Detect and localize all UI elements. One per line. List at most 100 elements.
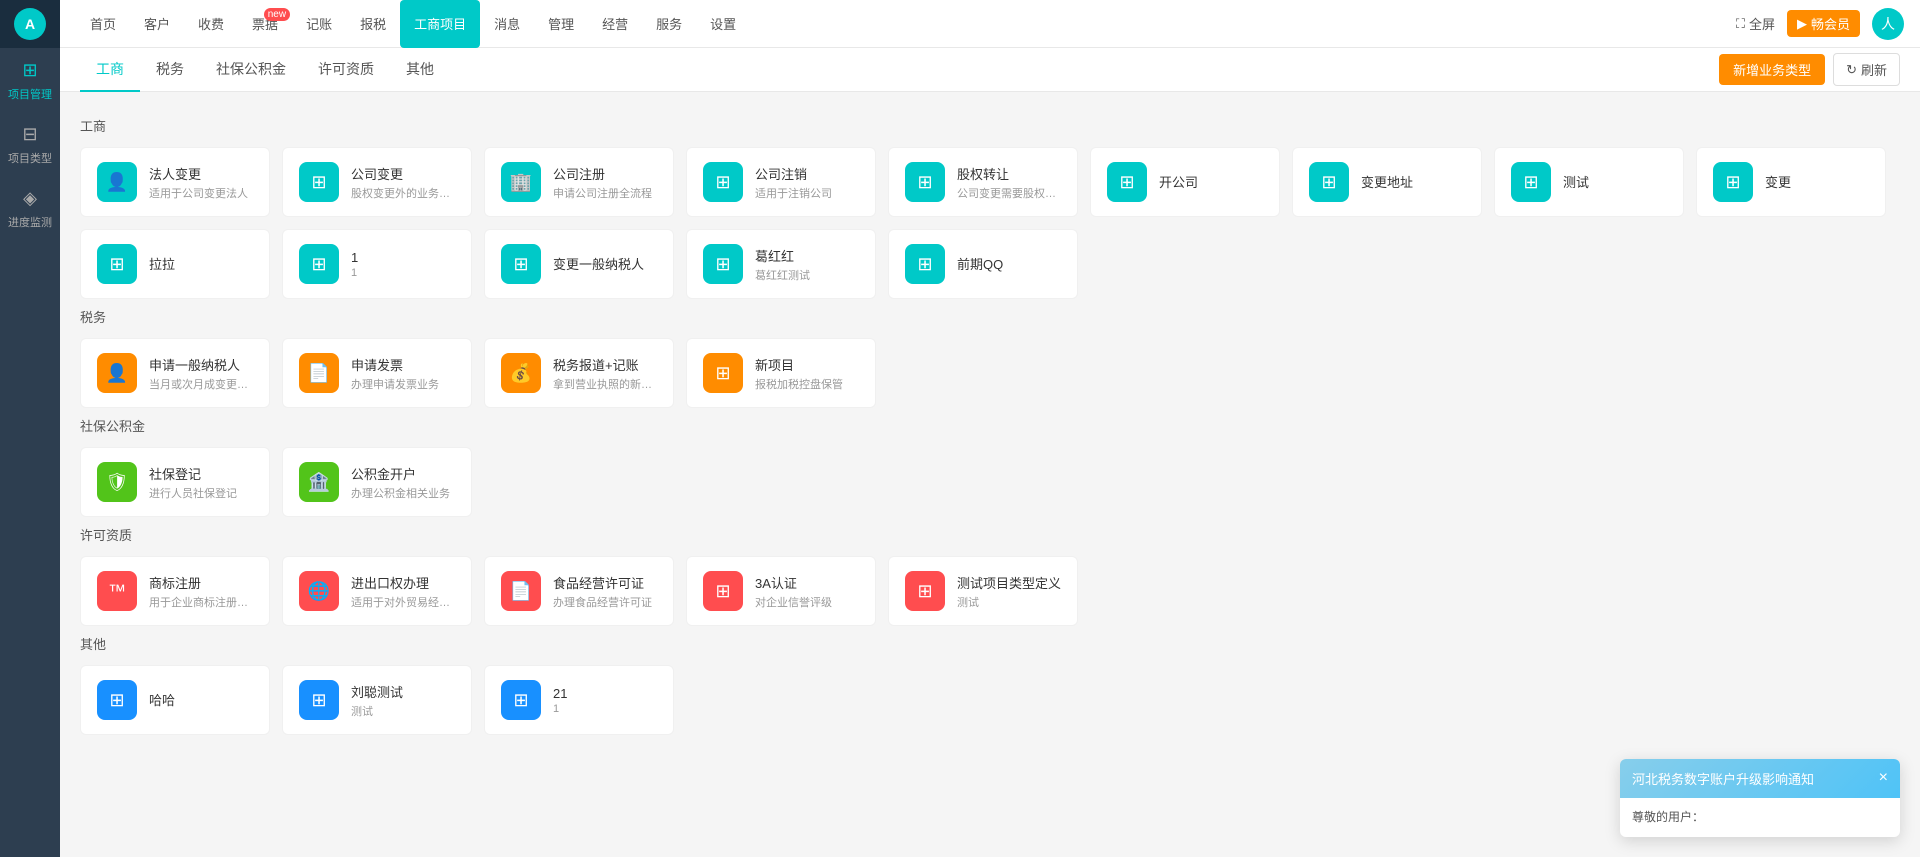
card-trademark[interactable]: ™ 商标注册 用于企业商标注册服务 <box>80 556 270 626</box>
sidebar-item-project-type[interactable]: ⊟ 项目类型 <box>0 112 60 176</box>
notification-popup: 河北税务数字账户升级影响通知 × 尊敬的用户： <box>1620 759 1900 837</box>
tab-other[interactable]: 其他 <box>390 48 450 92</box>
3a-cert-icon: ⊞ <box>703 571 743 611</box>
play-icon: ▶ <box>1797 16 1807 32</box>
card-haha[interactable]: ⊞ 哈哈 <box>80 665 270 735</box>
card-front-qq[interactable]: ⊞ 前期QQ <box>888 229 1078 299</box>
card-tax-report[interactable]: 💰 税务报道+记账 拿到营业执照的新公司 <box>484 338 674 408</box>
add-type-button[interactable]: 新增业务类型 <box>1719 54 1825 85</box>
card-3a-cert-title: 3A认证 <box>755 573 859 592</box>
haha-icon: ⊞ <box>97 680 137 720</box>
section-social-title: 社保公积金 <box>80 416 1900 435</box>
sub-tab-actions: 新增业务类型 ↻ 刷新 <box>1719 53 1900 86</box>
apply-taxpayer-icon: 👤 <box>97 353 137 393</box>
card-fund-open[interactable]: 🏦 公积金开户 办理公积金相关业务 <box>282 447 472 517</box>
cards-social: 🛡 社保登记 进行人员社保登记 🏦 公积金开户 办理公积金相关业务 <box>80 447 1900 517</box>
open-company-icon: ⊞ <box>1107 162 1147 202</box>
section-tax-title: 税务 <box>80 307 1900 326</box>
sidebar-item-project-mgmt[interactable]: ⊞ 项目管理 <box>0 48 60 112</box>
card-equity-transfer-title: 股权转让 <box>957 164 1061 183</box>
section-biz-title: 工商 <box>80 116 1900 135</box>
card-equity-transfer[interactable]: ⊞ 股权转让 公司变更需要股权转让 <box>888 147 1078 217</box>
card-ge-honghong[interactable]: ⊞ 葛红红 葛红红测试 <box>686 229 876 299</box>
card-equity-transfer-desc: 公司变更需要股权转让 <box>957 185 1061 201</box>
nav-manage[interactable]: 管理 <box>534 0 588 48</box>
nav-ticket[interactable]: 票据 new <box>238 0 292 48</box>
card-company-reg[interactable]: 🏢 公司注册 申请公司注册全流程 <box>484 147 674 217</box>
card-apply-invoice[interactable]: 📄 申请发票 办理申请发票业务 <box>282 338 472 408</box>
card-change-taxpayer[interactable]: ⊞ 变更一般纳税人 <box>484 229 674 299</box>
card-change-address[interactable]: ⊞ 变更地址 <box>1292 147 1482 217</box>
sidebar-logo: A <box>0 0 60 48</box>
card-legal-change-desc: 适用于公司变更法人 <box>149 185 253 201</box>
card-open-company[interactable]: ⊞ 开公司 <box>1090 147 1280 217</box>
sidebar: A ⊞ 项目管理 ⊟ 项目类型 ◈ 进度监测 <box>0 0 60 857</box>
tab-tax[interactable]: 税务 <box>140 48 200 92</box>
import-export-icon: 🌐 <box>299 571 339 611</box>
refresh-button[interactable]: ↻ 刷新 <box>1833 53 1900 86</box>
card-company-cancel-title: 公司注销 <box>755 164 859 183</box>
card-liu-test-title: 刘聪测试 <box>351 682 455 701</box>
card-num21[interactable]: ⊞ 21 1 <box>484 665 674 735</box>
card-new-project-desc: 报税加税控盘保管 <box>755 376 859 392</box>
company-reg-icon: 🏢 <box>501 162 541 202</box>
card-3a-cert[interactable]: ⊞ 3A认证 对企业信誉评级 <box>686 556 876 626</box>
tab-license[interactable]: 许可资质 <box>302 48 390 92</box>
card-fund-open-desc: 办理公积金相关业务 <box>351 485 455 501</box>
nav-message[interactable]: 消息 <box>480 0 534 48</box>
card-food-license-title: 食品经营许可证 <box>553 573 657 592</box>
nav-bizproject[interactable]: 工商项目 <box>400 0 480 48</box>
num21-icon: ⊞ <box>501 680 541 720</box>
nav-accounting[interactable]: 记账 <box>292 0 346 48</box>
cards-license: ™ 商标注册 用于企业商标注册服务 🌐 进出口权办理 适用于对外贸易经营者 📄 … <box>80 556 1900 626</box>
card-company-cancel[interactable]: ⊞ 公司注销 适用于注销公司 <box>686 147 876 217</box>
tab-biz[interactable]: 工商 <box>80 48 140 92</box>
card-lala[interactable]: ⊞ 拉拉 <box>80 229 270 299</box>
card-tax-report-desc: 拿到营业执照的新公司 <box>553 376 657 392</box>
card-num1[interactable]: ⊞ 1 1 <box>282 229 472 299</box>
card-change1[interactable]: ⊞ 变更 <box>1696 147 1886 217</box>
main-content: 工商 税务 社保公积金 许可资质 其他 新增业务类型 ↻ 刷新 工商 👤 法人变… <box>60 48 1920 857</box>
card-new-project[interactable]: ⊞ 新项目 报税加税控盘保管 <box>686 338 876 408</box>
card-change-address-title: 变更地址 <box>1361 172 1465 191</box>
refresh-icon: ↻ <box>1846 62 1857 78</box>
food-license-icon: 📄 <box>501 571 541 611</box>
new-badge: new <box>264 8 290 21</box>
fund-open-icon: 🏦 <box>299 462 339 502</box>
card-test1[interactable]: ⊞ 测试 <box>1494 147 1684 217</box>
card-liu-test-desc: 测试 <box>351 703 455 719</box>
fullscreen-icon: ⛶ <box>1736 16 1745 32</box>
type-icon: ⊟ <box>18 122 42 146</box>
nav-service[interactable]: 服务 <box>642 0 696 48</box>
card-fund-open-title: 公积金开户 <box>351 464 455 483</box>
nav-client[interactable]: 客户 <box>130 0 184 48</box>
card-company-reg-desc: 申请公司注册全流程 <box>553 185 657 201</box>
nav-billing[interactable]: 收费 <box>184 0 238 48</box>
card-import-export-desc: 适用于对外贸易经营者 <box>351 594 455 610</box>
card-apply-taxpayer[interactable]: 👤 申请一般纳税人 当月或次月成变更完成 <box>80 338 270 408</box>
change-address-icon: ⊞ <box>1309 162 1349 202</box>
liu-test-icon: ⊞ <box>299 680 339 720</box>
sidebar-item-progress[interactable]: ◈ 进度监测 <box>0 176 60 240</box>
card-legal-change[interactable]: 👤 法人变更 适用于公司变更法人 <box>80 147 270 217</box>
nav-tax[interactable]: 报税 <box>346 0 400 48</box>
card-company-change[interactable]: ⊞ 公司变更 股权变更外的业务变更 <box>282 147 472 217</box>
cards-other: ⊞ 哈哈 ⊞ 刘聪测试 测试 ⊞ 21 1 <box>80 665 1900 735</box>
nav-operation[interactable]: 经营 <box>588 0 642 48</box>
avatar[interactable]: 人 <box>1872 8 1904 40</box>
card-food-license[interactable]: 📄 食品经营许可证 办理食品经营许可证 <box>484 556 674 626</box>
apply-invoice-icon: 📄 <box>299 353 339 393</box>
card-social-reg[interactable]: 🛡 社保登记 进行人员社保登记 <box>80 447 270 517</box>
notification-close-button[interactable]: × <box>1879 769 1888 787</box>
card-import-export[interactable]: 🌐 进出口权办理 适用于对外贸易经营者 <box>282 556 472 626</box>
nav-home[interactable]: 首页 <box>76 0 130 48</box>
nav-settings[interactable]: 设置 <box>696 0 750 48</box>
card-apply-invoice-desc: 办理申请发票业务 <box>351 376 455 392</box>
card-liu-test[interactable]: ⊞ 刘聪测试 测试 <box>282 665 472 735</box>
card-3a-cert-desc: 对企业信誉评级 <box>755 594 859 610</box>
member-btn[interactable]: ▶ 畅会员 <box>1787 10 1860 37</box>
card-test-project-type[interactable]: ⊞ 测试项目类型定义 测试 <box>888 556 1078 626</box>
company-change-icon: ⊞ <box>299 162 339 202</box>
fullscreen-btn[interactable]: ⛶ 全屏 <box>1736 14 1775 33</box>
tab-social[interactable]: 社保公积金 <box>200 48 302 92</box>
